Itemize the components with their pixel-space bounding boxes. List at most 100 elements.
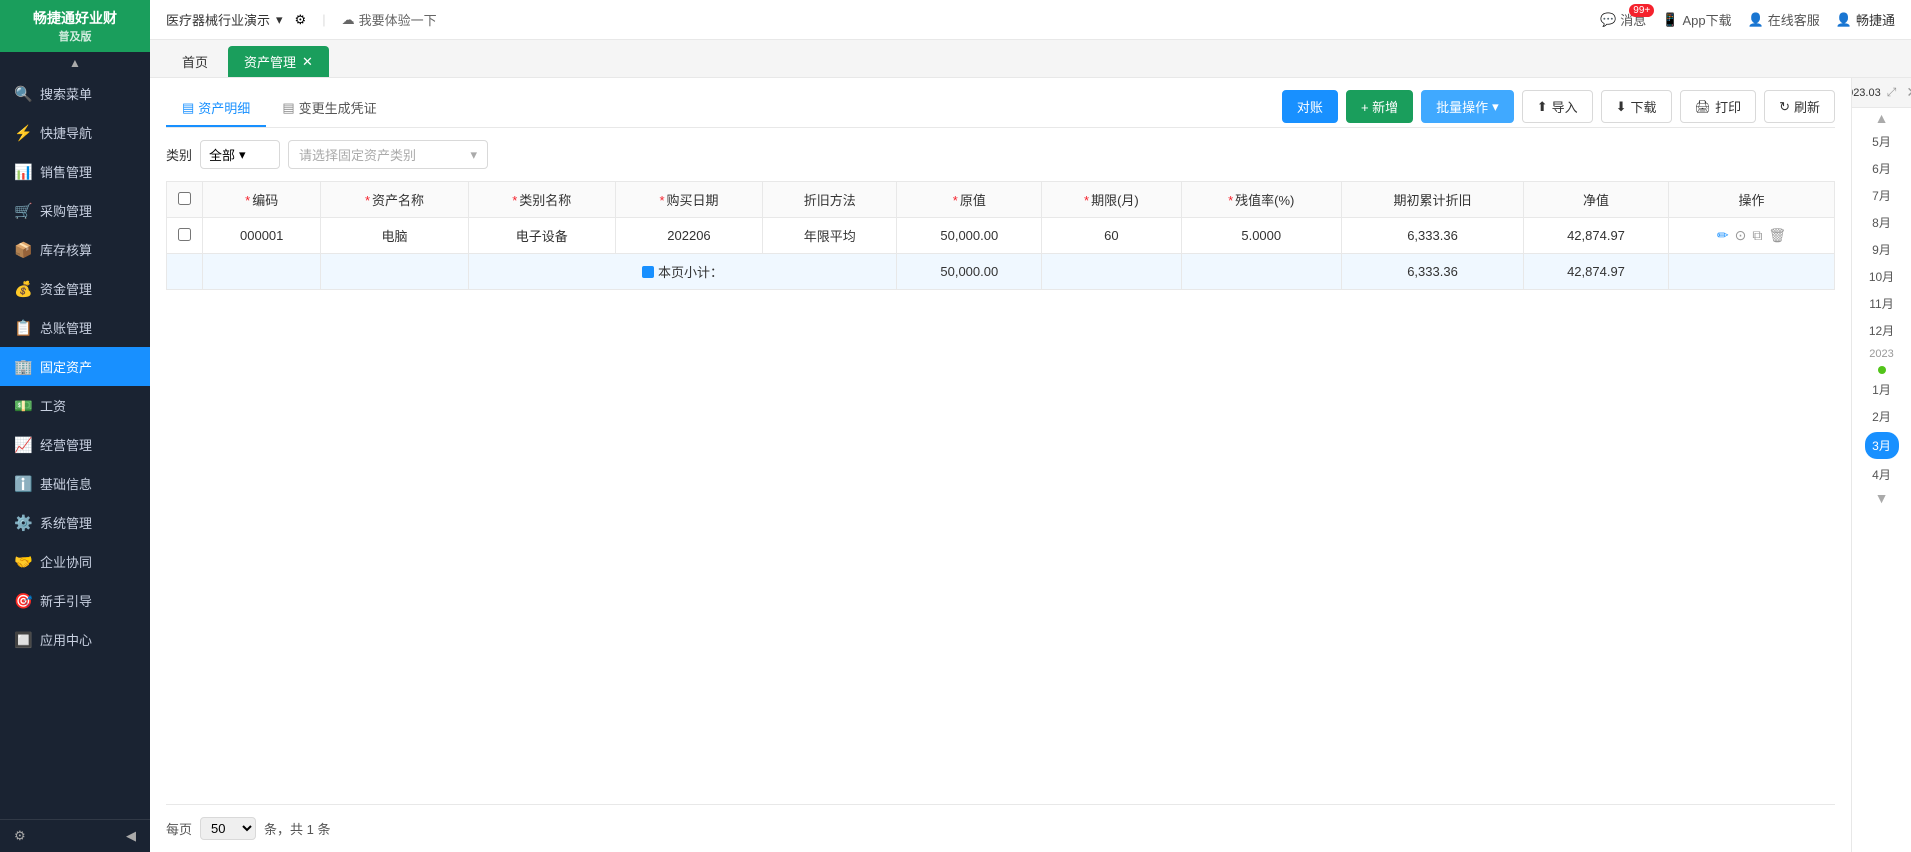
sidebar-item-funds[interactable]: 💰资金管理 (0, 269, 150, 308)
app-download-button[interactable]: 📱 App下载 (1662, 10, 1731, 29)
voucher-icon: ▤ (282, 100, 294, 116)
reconcile-button[interactable]: 对账 (1282, 90, 1338, 123)
tab-close-icon[interactable]: ✕ (302, 54, 313, 70)
user-menu[interactable]: 👤 畅捷通 (1836, 10, 1895, 29)
select-all-checkbox[interactable] (178, 192, 191, 205)
timeline-month-8月[interactable]: 8月 (1852, 209, 1911, 236)
row-select-0[interactable] (178, 228, 191, 241)
collapse-icon[interactable]: ◀ (126, 828, 136, 844)
sidebar-item-fixed_assets[interactable]: 🏢固定资产 (0, 347, 150, 386)
timeline-month-12月[interactable]: 12月 (1852, 317, 1911, 344)
sub-tab-asset-detail[interactable]: ▤ 资产明细 (166, 90, 266, 127)
sidebar-item-sales[interactable]: 📊销售管理 (0, 152, 150, 191)
sidebar-item-basic_info[interactable]: ℹ️基础信息 (0, 464, 150, 503)
timeline-month-current-4月[interactable]: 4月 (1852, 461, 1911, 488)
nav-icon-sales: 📊 (14, 163, 32, 181)
subtotal-row: 本页小计： 50,000.00 6,333.36 42,874.97 (167, 254, 1835, 290)
nav-label-search: 搜索菜单 (40, 84, 92, 103)
sidebar-item-quick_nav[interactable]: ⚡快捷导航 (0, 113, 150, 152)
refresh-button[interactable]: ↻ 刷新 (1764, 90, 1835, 123)
tab-home[interactable]: 首页 (166, 46, 224, 77)
nav-icon-guide: 🎯 (14, 592, 32, 610)
subtotal-original-value: 50,000.00 (897, 254, 1042, 290)
batch-button[interactable]: 批量操作 ▾ (1421, 90, 1514, 123)
new-button[interactable]: + 新增 (1346, 90, 1413, 123)
sidebar-item-search[interactable]: 🔍 搜索菜单 (0, 74, 150, 113)
sidebar-item-operations[interactable]: 📈经营管理 (0, 425, 150, 464)
per-page-select[interactable]: 50 100 200 (200, 817, 256, 840)
timeline-month-10月[interactable]: 10月 (1852, 263, 1911, 290)
import-button[interactable]: ⬆ 导入 (1522, 90, 1593, 123)
row-period-0: 60 (1042, 218, 1181, 254)
timeline-month-current-3月[interactable]: 3月 (1865, 432, 1899, 459)
company-selector[interactable]: 医疗器械行业演示 ▾ (166, 10, 283, 29)
sidebar-item-purchase[interactable]: 🛒采购管理 (0, 191, 150, 230)
detail-icon-0[interactable]: ⧉ (1752, 227, 1762, 244)
sidebar-item-general_ledger[interactable]: 📋总账管理 (0, 308, 150, 347)
dl-icon: ⬇ (1616, 99, 1627, 115)
topbar-gear-icon[interactable]: ⚙ (295, 12, 307, 28)
timeline-month-9月[interactable]: 9月 (1852, 236, 1911, 263)
row-net-value-0: 42,874.97 (1524, 218, 1669, 254)
experience-text: 我要体验一下 (359, 10, 437, 29)
col-residual-rate: *残值率(%) (1181, 182, 1341, 218)
download-button[interactable]: ⬇ 下载 (1601, 90, 1672, 123)
pagination: 每页 50 100 200 条，共 1 条 (166, 804, 1835, 840)
nav-icon-search: 🔍 (14, 85, 32, 103)
per-page-label: 每页 (166, 819, 192, 838)
row-code-0: 000001 (203, 218, 321, 254)
tab-asset-mgmt[interactable]: 资产管理 ✕ (228, 46, 329, 77)
col-checkbox (167, 182, 203, 218)
sidebar-item-enterprise[interactable]: 🤝企业协同 (0, 542, 150, 581)
category-all-select[interactable]: 全部 ▾ (200, 140, 280, 169)
experience-button[interactable]: ☁ 我要体验一下 (342, 10, 437, 29)
message-button[interactable]: 💬 消息 99+ (1600, 10, 1646, 29)
sidebar-item-guide[interactable]: 🎯 新手引导 (0, 581, 150, 620)
col-period: *期限(月) (1042, 182, 1181, 218)
timeline-month-6月[interactable]: 6月 (1852, 155, 1911, 182)
settings-icon[interactable]: ⚙ (14, 828, 26, 844)
timeline-month-current-1月[interactable]: 1月 (1852, 376, 1911, 403)
sub-tab-voucher-gen[interactable]: ▤ 变更生成凭证 (266, 90, 392, 127)
nav-icon-payroll: 💵 (14, 397, 32, 415)
filter-input-dropdown-icon: ▾ (470, 147, 477, 163)
nav-label-payroll: 工资 (40, 396, 66, 415)
print-button[interactable]: 🖨 打印 (1680, 90, 1757, 123)
timeline-scroll-down[interactable]: ▼ (1873, 488, 1891, 508)
timeline-header: 2023.03 ⤢ ✕ (1852, 78, 1911, 108)
timeline-month-11月[interactable]: 11月 (1852, 290, 1911, 317)
batch-dropdown-icon: ▾ (1492, 99, 1499, 115)
main-content: 医疗器械行业演示 ▾ ⚙ | ☁ 我要体验一下 💬 消息 99+ 📱 App下载… (150, 0, 1911, 852)
timeline-close-icon[interactable]: ✕ (1902, 84, 1911, 101)
sidebar-item-payroll[interactable]: 💵 工资 (0, 386, 150, 425)
timeline-month-7月[interactable]: 7月 (1852, 182, 1911, 209)
nav-label-guide: 新手引导 (40, 591, 92, 610)
subtotal-initial-accum-depr: 6,333.36 (1341, 254, 1523, 290)
sidebar-item-inventory[interactable]: 📦 库存核算 (0, 230, 150, 269)
row-residual-rate-0: 5.0000 (1181, 218, 1341, 254)
company-name: 医疗器械行业演示 (166, 10, 270, 29)
sidebar-scroll-up[interactable]: ▲ (0, 52, 150, 74)
nav-label-inventory: 库存核算 (40, 240, 92, 259)
timeline-month-5月[interactable]: 5月 (1852, 128, 1911, 155)
nav-label-system: 系统管理 (40, 513, 92, 532)
online-service-button[interactable]: 👤 在线客服 (1748, 10, 1820, 29)
sidebar-bottom: ⚙ ◀ (0, 819, 150, 852)
subtotal-blank-1 (167, 254, 203, 290)
category-input[interactable]: 请选择固定资产类别 ▾ (288, 140, 488, 169)
nav-icon-basic_info: ℹ️ (14, 475, 32, 493)
topbar: 医疗器械行业演示 ▾ ⚙ | ☁ 我要体验一下 💬 消息 99+ 📱 App下载… (150, 0, 1911, 40)
nav-icon-inventory: 📦 (14, 241, 32, 259)
timeline-year-label: 2023.03 (1851, 87, 1881, 99)
sidebar-item-system[interactable]: ⚙️系统管理 (0, 503, 150, 542)
timeline-expand-icon[interactable]: ⤢ (1883, 85, 1901, 100)
user-label: 畅捷通 (1856, 10, 1895, 29)
nav-label-purchase: 采购管理 (40, 201, 92, 220)
copy-icon-0[interactable]: ⊙ (1735, 227, 1747, 244)
delete-icon-0[interactable]: 🗑 (1768, 227, 1786, 244)
edit-icon-0[interactable]: ✏ (1717, 227, 1729, 244)
timeline-scroll-up[interactable]: ▲ (1873, 108, 1891, 128)
timeline-month-current-2月[interactable]: 2月 (1852, 403, 1911, 430)
sidebar-item-app_center[interactable]: 🔲应用中心 (0, 620, 150, 659)
subtotal-blank-6 (1668, 254, 1834, 290)
